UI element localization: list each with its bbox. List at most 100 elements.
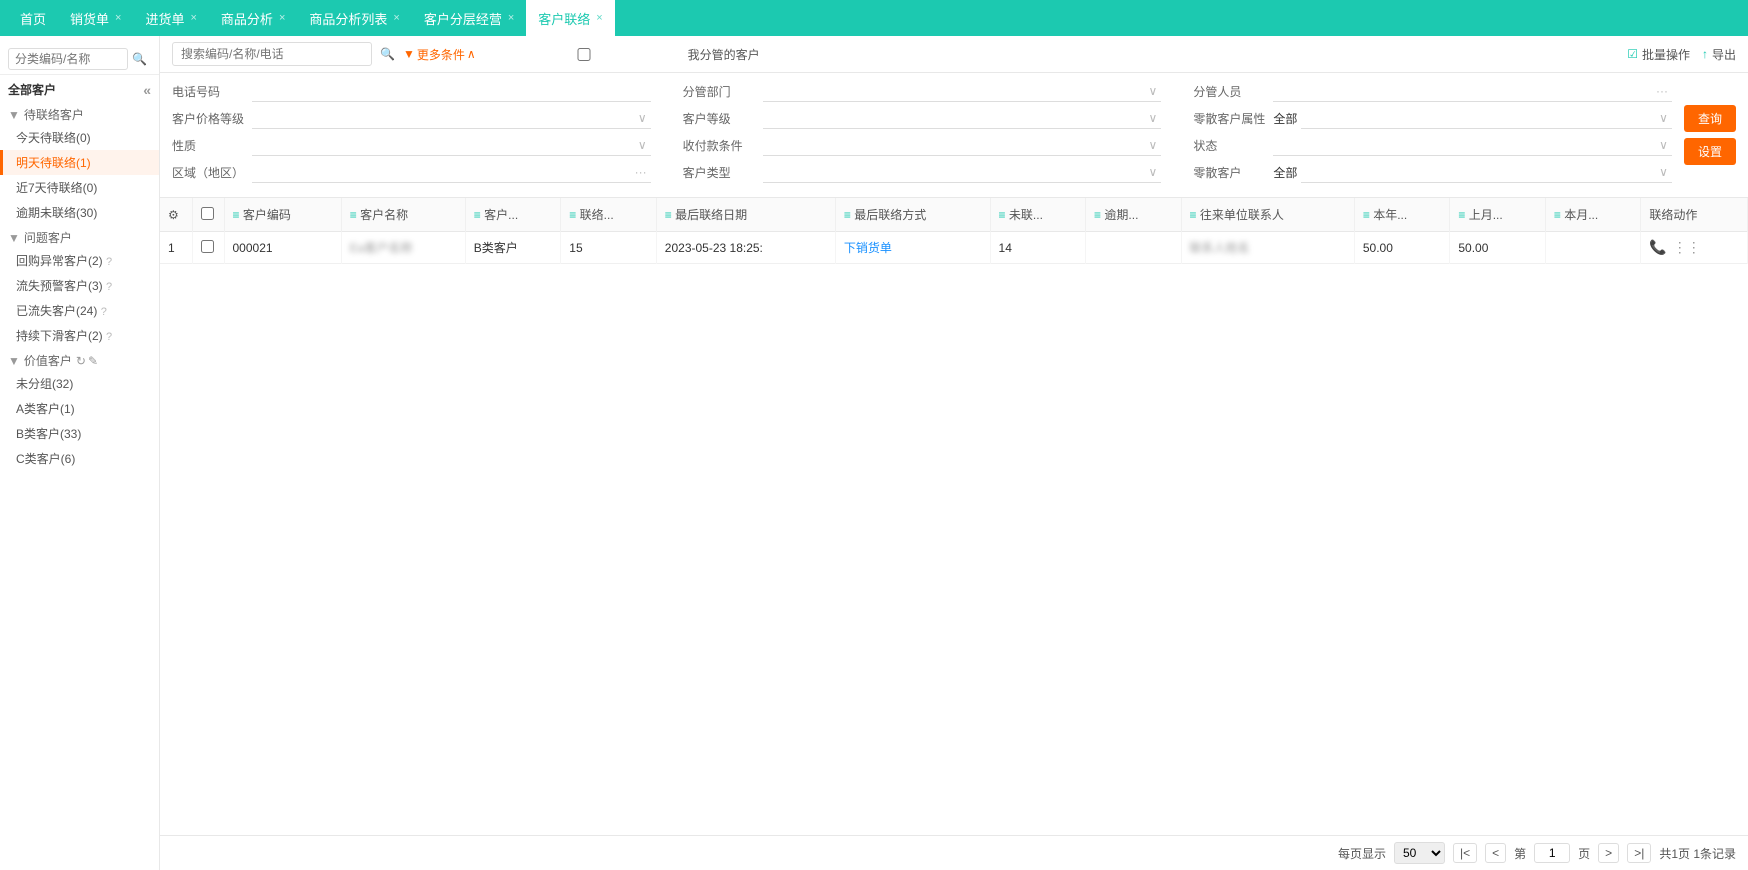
filter-icon-orange: ▼	[403, 47, 415, 61]
col-type-icon: ≡	[474, 208, 481, 222]
toolbar-right: ☑ 批量操作 ↑ 导出	[1627, 46, 1736, 63]
filter-row-1: 电话号码 分管部门 ∨ 分管人员	[172, 81, 1672, 102]
prev-page-btn[interactable]: <	[1485, 843, 1506, 863]
row-contact-person-value: 联系人姓名	[1190, 241, 1250, 255]
phone-input[interactable]	[252, 81, 651, 102]
nature-select[interactable]: ∨	[252, 135, 651, 156]
col-last-date: ≡ 最后联络日期	[656, 198, 835, 232]
col-last-month: ≡ 上月...	[1450, 198, 1546, 232]
sidebar-item-tomorrow-pending[interactable]: 明天待联络(1)	[0, 150, 159, 175]
sidebar-item-declining[interactable]: 持续下滑客户(2) ?	[0, 323, 159, 348]
nav-sales[interactable]: 销货单 ×	[58, 0, 133, 36]
sidebar-group-problem[interactable]: ▼ 问题客户	[0, 225, 159, 248]
sidebar-group-pending-triangle: ▼	[8, 108, 20, 122]
nav-goods-analysis-close[interactable]: ×	[279, 12, 285, 24]
sidebar-search-icon[interactable]: 🔍	[132, 52, 147, 66]
settings-gear-icon[interactable]: ⚙	[168, 208, 179, 222]
nav-purchase-close[interactable]: ×	[190, 12, 196, 24]
nature-label: 性质	[172, 137, 252, 154]
my-customers-checkbox[interactable]	[484, 48, 684, 61]
first-page-btn[interactable]: |<	[1453, 843, 1477, 863]
row-actions-container: 📞 ⋮⋮	[1649, 239, 1739, 256]
price-level-select[interactable]: ∨	[252, 108, 651, 129]
settings-button[interactable]: 设置	[1684, 138, 1736, 165]
col-overdue-icon: ≡	[1094, 208, 1101, 222]
sidebar-item-overdue[interactable]: 逾期未联络(30)	[0, 200, 159, 225]
nav-goods-analysis-label: 商品分析	[221, 9, 273, 28]
row-type: B类客户	[465, 232, 561, 264]
sidebar-item-churn-warning[interactable]: 流失预警客户(3) ?	[0, 273, 159, 298]
row-action-more-icon[interactable]: ⋮⋮	[1673, 239, 1701, 256]
filter-cell-retail-attr: 零散客户属性 全部 ∨	[1193, 108, 1672, 129]
dept-select[interactable]: ∨	[763, 81, 1162, 102]
per-page-select[interactable]: 50 100 200	[1394, 842, 1445, 864]
nav-purchase[interactable]: 进货单 ×	[133, 0, 208, 36]
payment-select[interactable]: ∨	[763, 135, 1162, 156]
col-last-method-icon: ≡	[844, 208, 851, 222]
sidebar-item-churned[interactable]: 已流失客户(24) ?	[0, 298, 159, 323]
page-input[interactable]	[1534, 843, 1570, 863]
row-last-month: 50.00	[1450, 232, 1546, 264]
row-select-checkbox[interactable]	[201, 240, 214, 253]
search-input[interactable]	[172, 42, 372, 66]
sidebar-item-ungrouped[interactable]: 未分组(32)	[0, 371, 159, 396]
nav-customer-segment[interactable]: 客户分层经营 ×	[412, 0, 526, 36]
row-last-contact-method: 下销货单	[835, 232, 990, 264]
row-index: 1	[160, 232, 192, 264]
row-this-month	[1545, 232, 1641, 264]
more-conditions-btn[interactable]: ▼ 更多条件 ∧	[403, 46, 476, 63]
sidebar-group-problem-label: 问题客户	[24, 229, 72, 246]
sidebar-item-class-a[interactable]: A类客户(1)	[0, 396, 159, 421]
row-no-contact: 14	[990, 232, 1086, 264]
batch-ops-icon: ☑	[1627, 47, 1638, 61]
sidebar-all-customers[interactable]: 全部客户 «	[0, 75, 159, 102]
sidebar-group-pending[interactable]: ▼ 待联络客户	[0, 102, 159, 125]
nav-customer-contact[interactable]: 客户联络 ×	[526, 0, 614, 36]
col-last-month-label: 上月...	[1469, 208, 1503, 222]
sidebar-collapse-icon[interactable]: «	[143, 82, 151, 98]
row-last-month-value: 50.00	[1458, 241, 1488, 255]
batch-ops-btn[interactable]: ☑ 批量操作	[1627, 46, 1690, 63]
row-last-contact-method-link[interactable]: 下销货单	[844, 241, 892, 255]
person-select[interactable]: ···	[1273, 81, 1672, 102]
nav-customer-contact-close[interactable]: ×	[596, 12, 602, 24]
sidebar-item-repurchase-abnormal[interactable]: 回购异常客户(2) ?	[0, 248, 159, 273]
sidebar-item-today-pending[interactable]: 今天待联络(0)	[0, 125, 159, 150]
select-all-checkbox[interactable]	[201, 207, 214, 220]
query-button[interactable]: 查询	[1684, 105, 1736, 132]
col-name: ≡ 客户名称	[341, 198, 465, 232]
retail-attr-label: 零散客户属性	[1193, 110, 1273, 127]
retail-select[interactable]: ∨	[1301, 162, 1672, 183]
retail-attr-select[interactable]: ∨	[1301, 108, 1672, 129]
row-action-phone-icon[interactable]: 📞	[1649, 239, 1666, 256]
row-code-value: 000021	[233, 241, 273, 255]
status-select[interactable]: ∨	[1273, 135, 1672, 156]
nav-goods-analysis-list-label: 商品分析列表	[309, 9, 387, 28]
filter-search-icon[interactable]: 🔍	[380, 47, 395, 61]
nav-goods-analysis-list[interactable]: 商品分析列表 ×	[297, 0, 411, 36]
next-page-btn[interactable]: >	[1598, 843, 1619, 863]
nav-sales-label: 销货单	[70, 9, 109, 28]
sidebar-item-week-pending[interactable]: 近7天待联络(0)	[0, 175, 159, 200]
my-customers-label: 我分管的客户	[688, 46, 760, 63]
customer-type-select[interactable]: ∨	[763, 162, 1162, 183]
sidebar-group-value[interactable]: ▼ 价值客户 ↻ ✎	[0, 348, 159, 371]
nav-goods-analysis[interactable]: 商品分析 ×	[209, 0, 297, 36]
last-page-btn[interactable]: >|	[1627, 843, 1651, 863]
nav-sales-close[interactable]: ×	[115, 12, 121, 24]
customer-level-select[interactable]: ∨	[763, 108, 1162, 129]
sidebar-search-input[interactable]	[8, 48, 128, 70]
person-caret-icon: ···	[1656, 84, 1668, 98]
region-select[interactable]: ···	[252, 162, 651, 183]
nav-home[interactable]: 首页	[8, 0, 58, 36]
my-customers-checkbox-label[interactable]: 我分管的客户	[484, 46, 760, 63]
table-header-row: ⚙ ≡ 客户编码 ≡ 客户名称	[160, 198, 1748, 232]
nav-customer-segment-close[interactable]: ×	[508, 12, 514, 24]
nav-goods-analysis-list-close[interactable]: ×	[393, 12, 399, 24]
value-refresh-icon[interactable]: ↻	[76, 354, 86, 368]
export-btn[interactable]: ↑ 导出	[1702, 46, 1736, 63]
row-index-value: 1	[168, 241, 175, 255]
sidebar-item-class-c[interactable]: C类客户(6)	[0, 446, 159, 471]
sidebar-item-class-b[interactable]: B类客户(33)	[0, 421, 159, 446]
value-edit-icon[interactable]: ✎	[88, 354, 98, 368]
